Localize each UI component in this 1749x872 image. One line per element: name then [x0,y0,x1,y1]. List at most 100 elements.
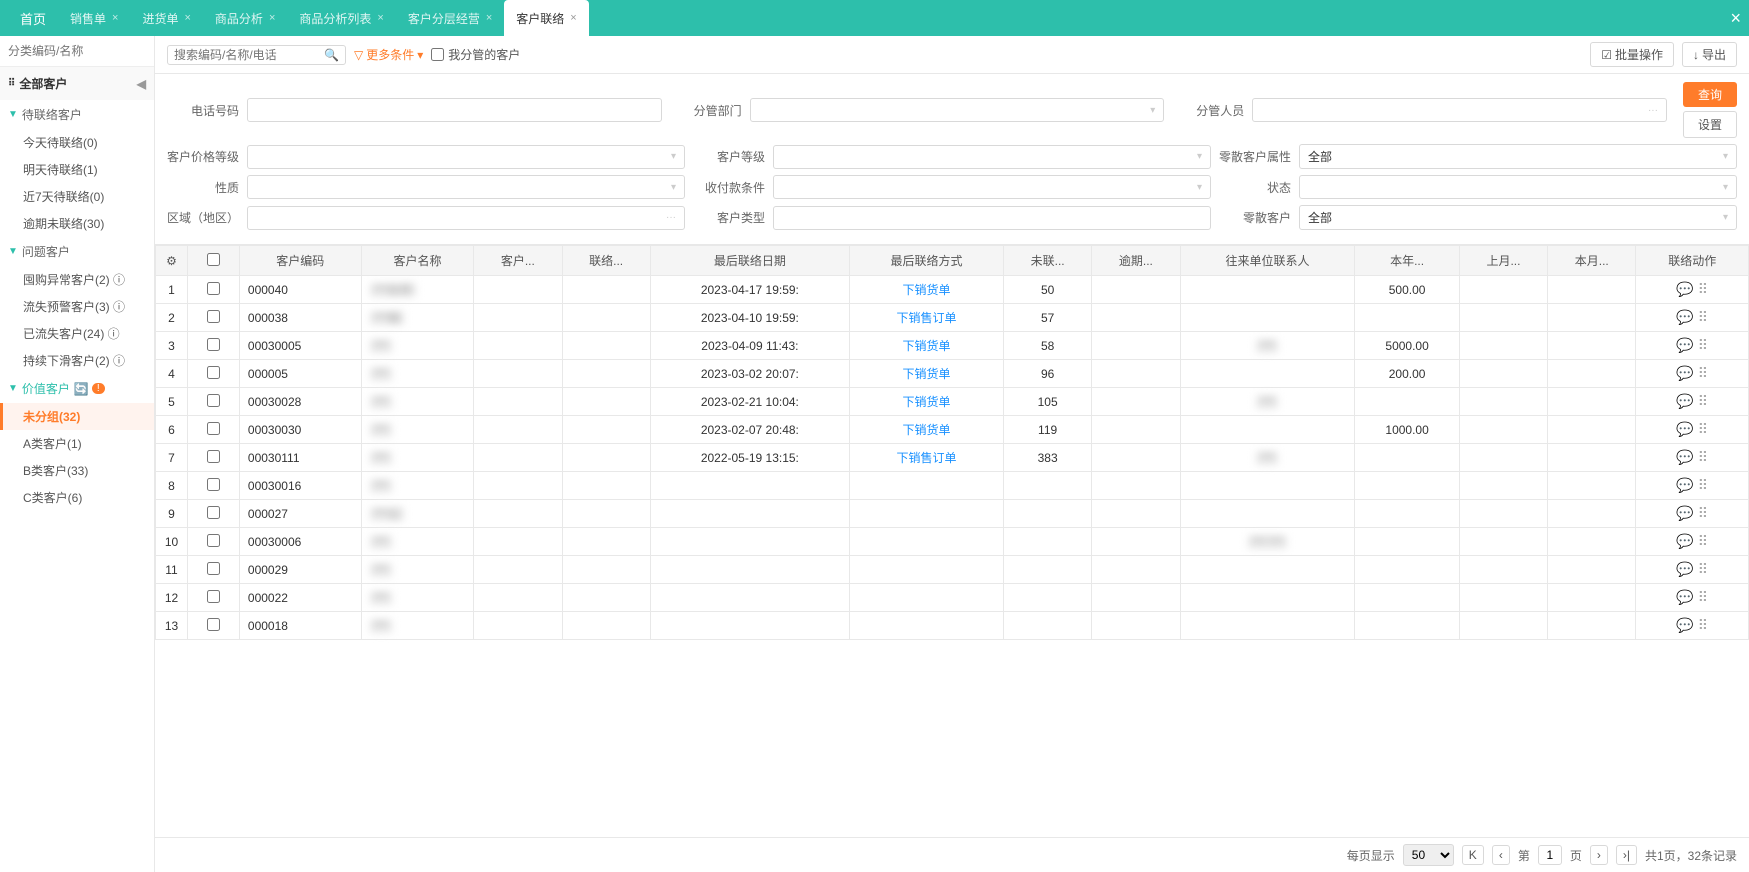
row-checkbox[interactable] [188,304,240,332]
chat-icon[interactable]: 💬 [1676,589,1693,606]
tab-product-analysis[interactable]: 商品分析 × [203,0,287,36]
sidebar-all-customers[interactable]: ⠿ 全部客户 ◀ [0,67,154,100]
row-select-checkbox[interactable] [207,478,220,491]
tab-sales-order[interactable]: 销售单 × [58,0,130,36]
row-checkbox[interactable] [188,556,240,584]
chat-icon[interactable]: 💬 [1676,477,1693,494]
my-customers-check[interactable] [431,48,444,61]
gender-input[interactable]: ▾ [247,175,685,199]
th-settings[interactable]: ⚙ [156,246,188,276]
row-select-checkbox[interactable] [207,450,220,463]
sidebar-group-pending[interactable]: ▼ 待联络客户 [0,100,154,129]
row-select-checkbox[interactable] [207,618,220,631]
row-checkbox[interactable] [188,612,240,640]
status-input[interactable]: ▾ [1299,175,1737,199]
last-way-link[interactable]: 下销货单 [902,339,950,353]
select-all-checkbox[interactable] [207,253,220,266]
price-level-input[interactable]: ▾ [247,145,685,169]
close-icon[interactable]: × [112,12,118,24]
zero-attr-input[interactable]: 全部▾ [1299,144,1737,169]
more-icon[interactable]: ⠿ [1698,281,1708,298]
sidebar-item-tomorrow-pending[interactable]: 明天待联络(1) [0,156,154,183]
more-icon[interactable]: ⠿ [1698,589,1708,606]
tab-product-analysis-list[interactable]: 商品分析列表 × [287,0,395,36]
row-select-checkbox[interactable] [207,394,220,407]
payment-input[interactable]: ▾ [773,175,1211,199]
tab-customer-tiering[interactable]: 客户分层经营 × [396,0,504,36]
sidebar-item-a-class[interactable]: A类客户(1) [0,430,154,457]
chat-icon[interactable]: 💬 [1676,561,1693,578]
row-select-checkbox[interactable] [207,422,220,435]
more-icon[interactable]: ⠿ [1698,561,1708,578]
sidebar-item-b-class[interactable]: B类客户(33) [0,457,154,484]
row-select-checkbox[interactable] [207,310,220,323]
row-checkbox[interactable] [188,500,240,528]
more-icon[interactable]: ⠿ [1698,617,1708,634]
more-conditions-button[interactable]: ▽ 更多条件 ▾ [354,46,423,63]
dept-input[interactable]: ▾ [750,98,1165,122]
my-customers-checkbox[interactable]: 我分管的客户 [431,46,520,63]
customer-level-input[interactable]: ▾ [773,145,1211,169]
th-checkbox[interactable] [188,246,240,276]
chat-icon[interactable]: 💬 [1676,617,1693,634]
row-select-checkbox[interactable] [207,590,220,603]
phone-input[interactable] [247,98,662,122]
next-page-button[interactable]: › [1590,845,1608,865]
sidebar-item-ungroup[interactable]: 未分组(32) [0,403,154,430]
row-checkbox[interactable] [188,276,240,304]
row-select-checkbox[interactable] [207,562,220,575]
last-way-link[interactable]: 下销售订单 [896,451,956,465]
chat-icon[interactable]: 💬 [1676,393,1693,410]
prev-page-button[interactable]: ‹ [1492,845,1510,865]
row-checkbox[interactable] [188,388,240,416]
row-select-checkbox[interactable] [207,506,220,519]
sidebar-item-hoarding-abnormal[interactable]: 囤购异常客户(2) ⓘ [0,266,154,293]
batch-ops-button[interactable]: ☑ 批量操作 [1590,42,1674,67]
more-icon[interactable]: ⠿ [1698,505,1708,522]
sidebar-item-overdue-pending[interactable]: 逾期未联络(30) [0,210,154,237]
last-way-link[interactable]: 下销货单 [902,395,950,409]
sidebar-group-value[interactable]: ▼ 价值客户 🔄 ! [0,374,154,403]
chat-icon[interactable]: 💬 [1676,421,1693,438]
person-input[interactable]: ··· [1252,98,1667,122]
zero-customer-input[interactable]: 全部▾ [1299,205,1737,230]
close-icon[interactable]: × [269,12,275,24]
more-icon[interactable]: ⠿ [1698,533,1708,550]
tab-home[interactable]: 首页 [8,0,58,36]
chat-icon[interactable]: 💬 [1676,309,1693,326]
row-select-checkbox[interactable] [207,282,220,295]
row-select-checkbox[interactable] [207,534,220,547]
region-input[interactable]: ··· [247,206,685,230]
last-way-link[interactable]: 下销货单 [902,283,950,297]
sidebar-item-churned[interactable]: 已流失客户(24) ⓘ [0,320,154,347]
chat-icon[interactable]: 💬 [1676,281,1693,298]
close-icon[interactable]: × [570,12,576,24]
chat-icon[interactable]: 💬 [1676,365,1693,382]
reset-button[interactable]: 设置 [1683,111,1737,138]
tab-customer-contact[interactable]: 客户联络 × [504,0,588,36]
chat-icon[interactable]: 💬 [1676,449,1693,466]
sidebar-item-today-pending[interactable]: 今天待联络(0) [0,129,154,156]
close-window-button[interactable]: × [1730,8,1741,29]
chat-icon[interactable]: 💬 [1676,505,1693,522]
close-icon[interactable]: × [486,12,492,24]
row-checkbox[interactable] [188,416,240,444]
row-select-checkbox[interactable] [207,366,220,379]
first-page-button[interactable]: K [1462,845,1484,865]
more-icon[interactable]: ⠿ [1698,309,1708,326]
sidebar-item-7days-pending[interactable]: 近7天待联络(0) [0,183,154,210]
sidebar-search-input[interactable] [8,44,155,58]
close-icon[interactable]: × [377,12,383,24]
sidebar-item-churn-warning[interactable]: 流失预警客户(3) ⓘ [0,293,154,320]
more-icon[interactable]: ⠿ [1698,449,1708,466]
search-icon[interactable]: 🔍 [324,48,339,62]
sidebar-group-problem[interactable]: ▼ 问题客户 [0,237,154,266]
last-way-link[interactable]: 下销售订单 [896,311,956,325]
more-icon[interactable]: ⠿ [1698,365,1708,382]
row-checkbox[interactable] [188,584,240,612]
more-icon[interactable]: ⠿ [1698,477,1708,494]
row-checkbox[interactable] [188,360,240,388]
chat-icon[interactable]: 💬 [1676,337,1693,354]
customer-type-input[interactable] [773,206,1211,230]
row-select-checkbox[interactable] [207,338,220,351]
